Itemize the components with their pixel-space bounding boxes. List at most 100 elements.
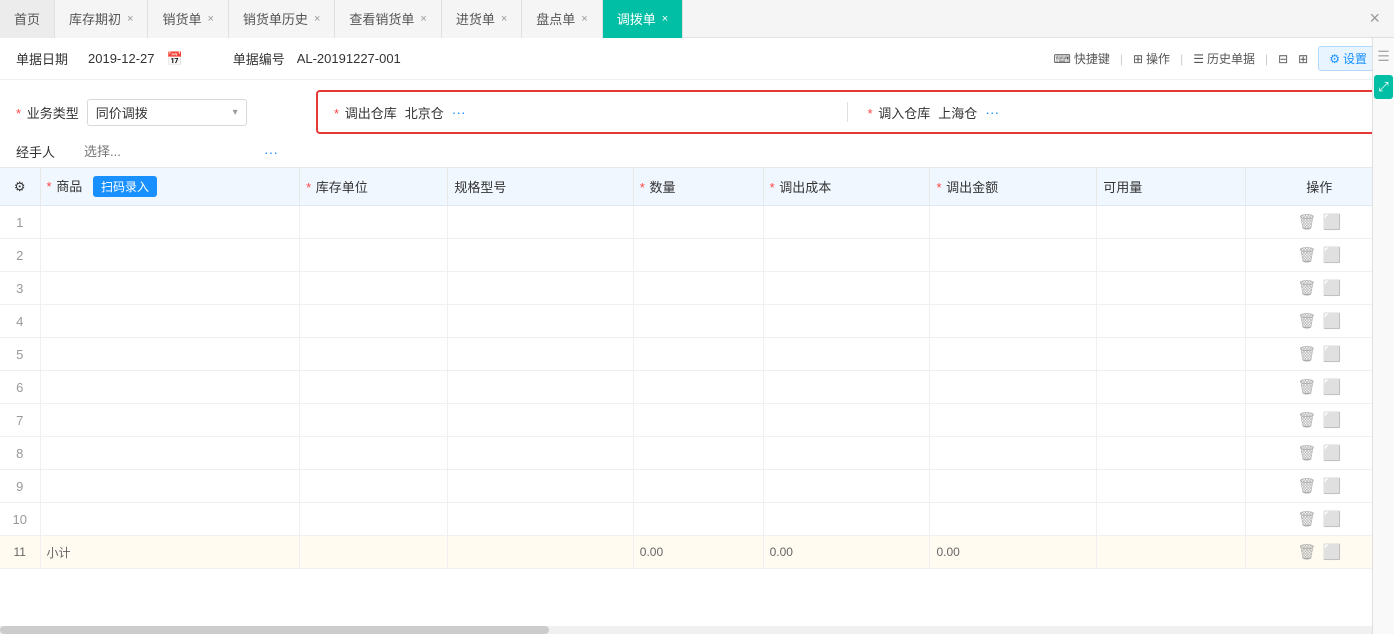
unit-cell[interactable] xyxy=(300,470,448,503)
cost-cell[interactable] xyxy=(763,404,930,437)
amount-cell[interactable] xyxy=(930,272,1097,305)
tab-sales-history[interactable]: 销货单历史 × xyxy=(229,0,335,38)
available-cell[interactable] xyxy=(1097,437,1245,470)
spec-cell[interactable] xyxy=(448,239,633,272)
tab-inventory-init[interactable]: 库存期初 × xyxy=(55,0,148,38)
qty-cell[interactable] xyxy=(633,239,763,272)
delete-icon[interactable]: 🗑 xyxy=(1297,378,1316,396)
sidebar-expand-icon[interactable]: ⤢ xyxy=(1374,75,1392,99)
calendar-icon[interactable]: 📅 xyxy=(167,51,183,67)
tab-purchase-order[interactable]: 进货单 × xyxy=(442,0,522,38)
delete-icon[interactable]: 🗑 xyxy=(1297,345,1316,363)
product-cell[interactable] xyxy=(40,272,300,305)
unit-cell[interactable] xyxy=(300,371,448,404)
cost-cell[interactable] xyxy=(763,338,930,371)
shortcuts-button[interactable]: ⌨ 快捷键 xyxy=(1054,50,1110,67)
qty-cell[interactable] xyxy=(633,470,763,503)
spec-cell[interactable] xyxy=(448,503,633,536)
gear-icon[interactable]: ⚙ xyxy=(14,179,26,194)
window-close-button[interactable]: × xyxy=(1355,8,1394,29)
amount-cell[interactable] xyxy=(930,239,1097,272)
tab-view-sales-close[interactable]: × xyxy=(420,13,426,25)
copy-icon[interactable]: ⬜ xyxy=(1322,378,1341,396)
tab-home[interactable]: 首页 xyxy=(0,0,55,38)
copy-icon[interactable]: ⬜ xyxy=(1322,543,1341,561)
spec-cell[interactable] xyxy=(448,470,633,503)
spec-cell[interactable] xyxy=(448,437,633,470)
qty-cell[interactable] xyxy=(633,503,763,536)
tab-view-sales[interactable]: 查看销货单 × xyxy=(335,0,441,38)
col-settings-header[interactable]: ⚙ xyxy=(0,168,40,206)
warehouse-in-ellipsis[interactable]: ··· xyxy=(985,104,999,120)
spec-cell[interactable] xyxy=(448,404,633,437)
operations-button[interactable]: ⊞ 操作 xyxy=(1133,50,1170,67)
available-cell[interactable] xyxy=(1097,338,1245,371)
qty-cell[interactable] xyxy=(633,404,763,437)
delete-icon[interactable]: 🗑 xyxy=(1297,543,1316,561)
tab-sales-order-close[interactable]: × xyxy=(207,13,213,25)
copy-icon[interactable]: ⬜ xyxy=(1322,510,1341,528)
cost-cell[interactable] xyxy=(763,470,930,503)
spec-cell[interactable] xyxy=(448,371,633,404)
handler-ellipsis[interactable]: ··· xyxy=(264,144,278,160)
qty-cell[interactable] xyxy=(633,437,763,470)
qty-cell[interactable] xyxy=(633,338,763,371)
tab-purchase-order-close[interactable]: × xyxy=(501,13,507,25)
copy-icon[interactable]: ⬜ xyxy=(1322,411,1341,429)
cost-cell[interactable] xyxy=(763,371,930,404)
available-cell[interactable] xyxy=(1097,503,1245,536)
scroll-thumb[interactable] xyxy=(0,626,549,634)
copy-icon[interactable]: ⬜ xyxy=(1322,345,1341,363)
product-cell[interactable] xyxy=(40,404,300,437)
available-cell[interactable] xyxy=(1097,206,1245,239)
delete-icon[interactable]: 🗑 xyxy=(1297,444,1316,462)
copy-icon[interactable]: ⬜ xyxy=(1322,477,1341,495)
tab-sales-order[interactable]: 销货单 × xyxy=(148,0,228,38)
warehouse-out-ellipsis[interactable]: ··· xyxy=(452,104,466,120)
available-cell[interactable] xyxy=(1097,272,1245,305)
available-cell[interactable] xyxy=(1097,371,1245,404)
amount-cell[interactable] xyxy=(930,470,1097,503)
history-button[interactable]: ☰ 历史单据 xyxy=(1193,50,1255,67)
amount-cell[interactable] xyxy=(930,437,1097,470)
product-cell[interactable] xyxy=(40,206,300,239)
delete-icon[interactable]: 🗑 xyxy=(1297,279,1316,297)
spec-cell[interactable] xyxy=(448,338,633,371)
cost-cell[interactable] xyxy=(763,272,930,305)
copy-icon[interactable]: ⬜ xyxy=(1322,444,1341,462)
spec-cell[interactable] xyxy=(448,272,633,305)
delete-icon[interactable]: 🗑 xyxy=(1297,213,1316,231)
product-cell[interactable] xyxy=(40,503,300,536)
delete-icon[interactable]: 🗑 xyxy=(1297,312,1316,330)
grid-toggle[interactable]: ⊞ xyxy=(1298,52,1308,66)
tab-stock-take-close[interactable]: × xyxy=(581,13,587,25)
tab-inventory-init-close[interactable]: × xyxy=(127,13,133,25)
amount-cell[interactable] xyxy=(930,305,1097,338)
cost-cell[interactable] xyxy=(763,206,930,239)
product-cell[interactable] xyxy=(40,470,300,503)
unit-cell[interactable] xyxy=(300,272,448,305)
unit-cell[interactable] xyxy=(300,503,448,536)
cost-cell[interactable] xyxy=(763,437,930,470)
scan-button[interactable]: 扫码录入 xyxy=(93,176,157,197)
available-cell[interactable] xyxy=(1097,470,1245,503)
spec-cell[interactable] xyxy=(448,305,633,338)
product-cell[interactable] xyxy=(40,239,300,272)
product-cell[interactable] xyxy=(40,371,300,404)
product-cell[interactable] xyxy=(40,338,300,371)
scroll-track[interactable] xyxy=(0,626,1372,634)
unit-cell[interactable] xyxy=(300,239,448,272)
product-cell[interactable] xyxy=(40,305,300,338)
amount-cell[interactable] xyxy=(930,206,1097,239)
delete-icon[interactable]: 🗑 xyxy=(1297,246,1316,264)
unit-cell[interactable] xyxy=(300,338,448,371)
tab-stock-take[interactable]: 盘点单 × xyxy=(522,0,602,38)
sidebar-list-icon[interactable]: ☰ xyxy=(1377,48,1390,65)
unit-cell[interactable] xyxy=(300,437,448,470)
business-type-select[interactable]: 同价调拨 ▾ xyxy=(87,99,247,126)
delete-icon[interactable]: 🗑 xyxy=(1297,411,1316,429)
available-cell[interactable] xyxy=(1097,404,1245,437)
tab-transfer-close[interactable]: × xyxy=(662,13,668,25)
amount-cell[interactable] xyxy=(930,503,1097,536)
columns-toggle[interactable]: ⊟ xyxy=(1278,52,1288,66)
